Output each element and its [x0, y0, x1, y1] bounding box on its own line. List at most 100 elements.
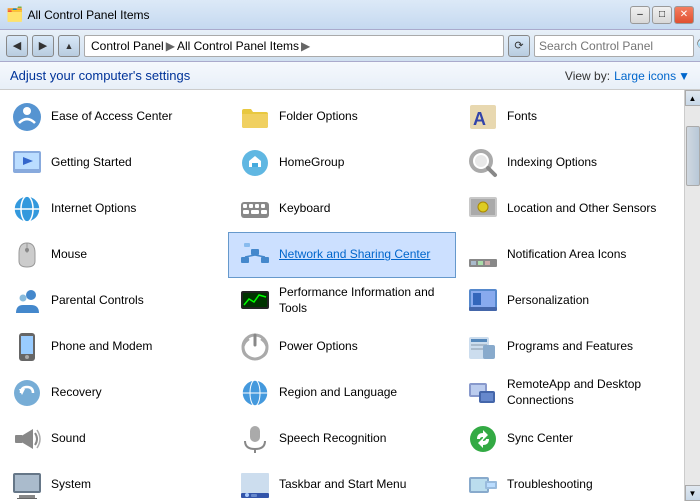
title-bar: 🗂️ All Control Panel Items – □ ✕	[0, 0, 700, 30]
item-sound[interactable]: Sound	[0, 416, 228, 462]
view-by-label: View by:	[565, 69, 610, 83]
path-part-1: Control Panel	[91, 39, 164, 53]
content-panel: Ease of Access Center Folder Options A F…	[0, 90, 700, 501]
item-speech-recognition[interactable]: Speech Recognition	[228, 416, 456, 462]
fonts-icon: A	[467, 101, 499, 133]
item-power-options[interactable]: Power Options	[228, 324, 456, 370]
homegroup-icon	[239, 147, 271, 179]
item-internet-options[interactable]: Internet Options	[0, 186, 228, 232]
item-indexing-options[interactable]: Indexing Options	[456, 140, 684, 186]
item-notification-icons[interactable]: Notification Area Icons	[456, 232, 684, 278]
taskbar-label: Taskbar and Start Menu	[279, 477, 406, 493]
toolbar: Adjust your computer's settings View by:…	[0, 62, 700, 90]
scroll-up-button[interactable]: ▲	[685, 90, 700, 106]
folder-icon	[239, 101, 271, 133]
speech-label: Speech Recognition	[279, 431, 386, 447]
view-by-dropdown[interactable]: Large icons ▼	[614, 69, 690, 83]
indexing-icon	[467, 147, 499, 179]
remoteapp-label: RemoteApp and Desktop Connections	[507, 377, 673, 408]
recovery-icon	[11, 377, 43, 409]
items-grid: Ease of Access Center Folder Options A F…	[0, 90, 684, 501]
item-troubleshooting[interactable]: Troubleshooting	[456, 462, 684, 501]
item-phone-modem[interactable]: Phone and Modem	[0, 324, 228, 370]
item-region-language[interactable]: Region and Language	[228, 370, 456, 416]
item-network-sharing[interactable]: Network and Sharing Center	[228, 232, 456, 278]
remoteapp-icon	[467, 377, 499, 409]
close-button[interactable]: ✕	[674, 6, 694, 24]
view-by-arrow: ▼	[678, 69, 690, 83]
personalization-label: Personalization	[507, 293, 589, 309]
getting-started-label: Getting Started	[51, 155, 132, 171]
item-folder-options[interactable]: Folder Options	[228, 94, 456, 140]
mouse-icon	[11, 239, 43, 271]
item-parental-controls[interactable]: Parental Controls	[0, 278, 228, 324]
search-box[interactable]: 🔍	[534, 35, 694, 57]
up-button[interactable]: ▲	[58, 35, 80, 57]
address-path[interactable]: Control Panel ▶ All Control Panel Items …	[84, 35, 504, 57]
search-input[interactable]	[539, 39, 694, 53]
maximize-button[interactable]: □	[652, 6, 672, 24]
path-sep-1: ▶	[166, 39, 175, 53]
internet-icon	[11, 193, 43, 225]
scroll-thumb[interactable]	[686, 126, 700, 186]
troubleshooting-label: Troubleshooting	[507, 477, 593, 493]
back-button[interactable]: ◀	[6, 35, 28, 57]
system-label: System	[51, 477, 91, 493]
ease-label: Ease of Access Center	[51, 109, 172, 125]
item-homegroup[interactable]: HomeGroup	[228, 140, 456, 186]
speech-icon	[239, 423, 271, 455]
sync-icon	[467, 423, 499, 455]
item-system[interactable]: System	[0, 462, 228, 501]
item-performance[interactable]: Performance Information and Tools	[228, 278, 456, 324]
parental-icon	[11, 285, 43, 317]
power-label: Power Options	[279, 339, 358, 355]
scrollbar[interactable]: ▲ ▼	[684, 90, 700, 501]
ease-icon	[11, 101, 43, 133]
title-bar-left: 🗂️ All Control Panel Items	[6, 6, 150, 23]
region-label: Region and Language	[279, 385, 397, 401]
troubleshooting-icon	[467, 469, 499, 501]
sync-label: Sync Center	[507, 431, 573, 447]
internet-label: Internet Options	[51, 201, 136, 217]
notification-area-label: Notification Area Icons	[507, 247, 626, 263]
personalization-icon	[467, 285, 499, 317]
item-programs-features[interactable]: Programs and Features	[456, 324, 684, 370]
path-part-2: All Control Panel Items	[177, 39, 299, 53]
item-personalization[interactable]: Personalization	[456, 278, 684, 324]
item-ease-of-access[interactable]: Ease of Access Center	[0, 94, 228, 140]
item-taskbar[interactable]: Taskbar and Start Menu	[228, 462, 456, 501]
item-location-sensors[interactable]: Location and Other Sensors	[456, 186, 684, 232]
phone-icon	[11, 331, 43, 363]
forward-button[interactable]: ▶	[32, 35, 54, 57]
address-bar: ◀ ▶ ▲ Control Panel ▶ All Control Panel …	[0, 30, 700, 62]
scroll-track[interactable]	[685, 106, 700, 485]
fonts-label: Fonts	[507, 109, 537, 125]
path-sep-2: ▶	[301, 39, 310, 53]
view-by-value: Large icons	[614, 69, 676, 83]
keyboard-icon	[239, 193, 271, 225]
item-getting-started[interactable]: Getting Started	[0, 140, 228, 186]
phone-label: Phone and Modem	[51, 339, 152, 355]
indexing-label: Indexing Options	[507, 155, 597, 171]
scroll-down-button[interactable]: ▼	[685, 485, 700, 501]
title-bar-title: All Control Panel Items	[27, 8, 149, 22]
item-remoteapp[interactable]: RemoteApp and Desktop Connections	[456, 370, 684, 416]
minimize-button[interactable]: –	[630, 6, 650, 24]
item-recovery[interactable]: Recovery	[0, 370, 228, 416]
item-keyboard[interactable]: Keyboard	[228, 186, 456, 232]
sound-label: Sound	[51, 431, 86, 447]
refresh-button[interactable]: ⟳	[508, 35, 530, 57]
search-icon: 🔍	[696, 38, 700, 54]
folder-label: Folder Options	[279, 109, 358, 125]
getting-started-icon	[11, 147, 43, 179]
svg-text:A: A	[473, 109, 486, 129]
parental-label: Parental Controls	[51, 293, 144, 309]
title-bar-controls: – □ ✕	[630, 6, 694, 24]
network-icon	[239, 239, 271, 271]
network-label: Network and Sharing Center	[279, 247, 430, 263]
homegroup-label: HomeGroup	[279, 155, 344, 171]
item-fonts[interactable]: A Fonts	[456, 94, 684, 140]
item-mouse[interactable]: Mouse	[0, 232, 228, 278]
item-sync-center[interactable]: Sync Center	[456, 416, 684, 462]
main-content: Adjust your computer's settings View by:…	[0, 62, 700, 501]
